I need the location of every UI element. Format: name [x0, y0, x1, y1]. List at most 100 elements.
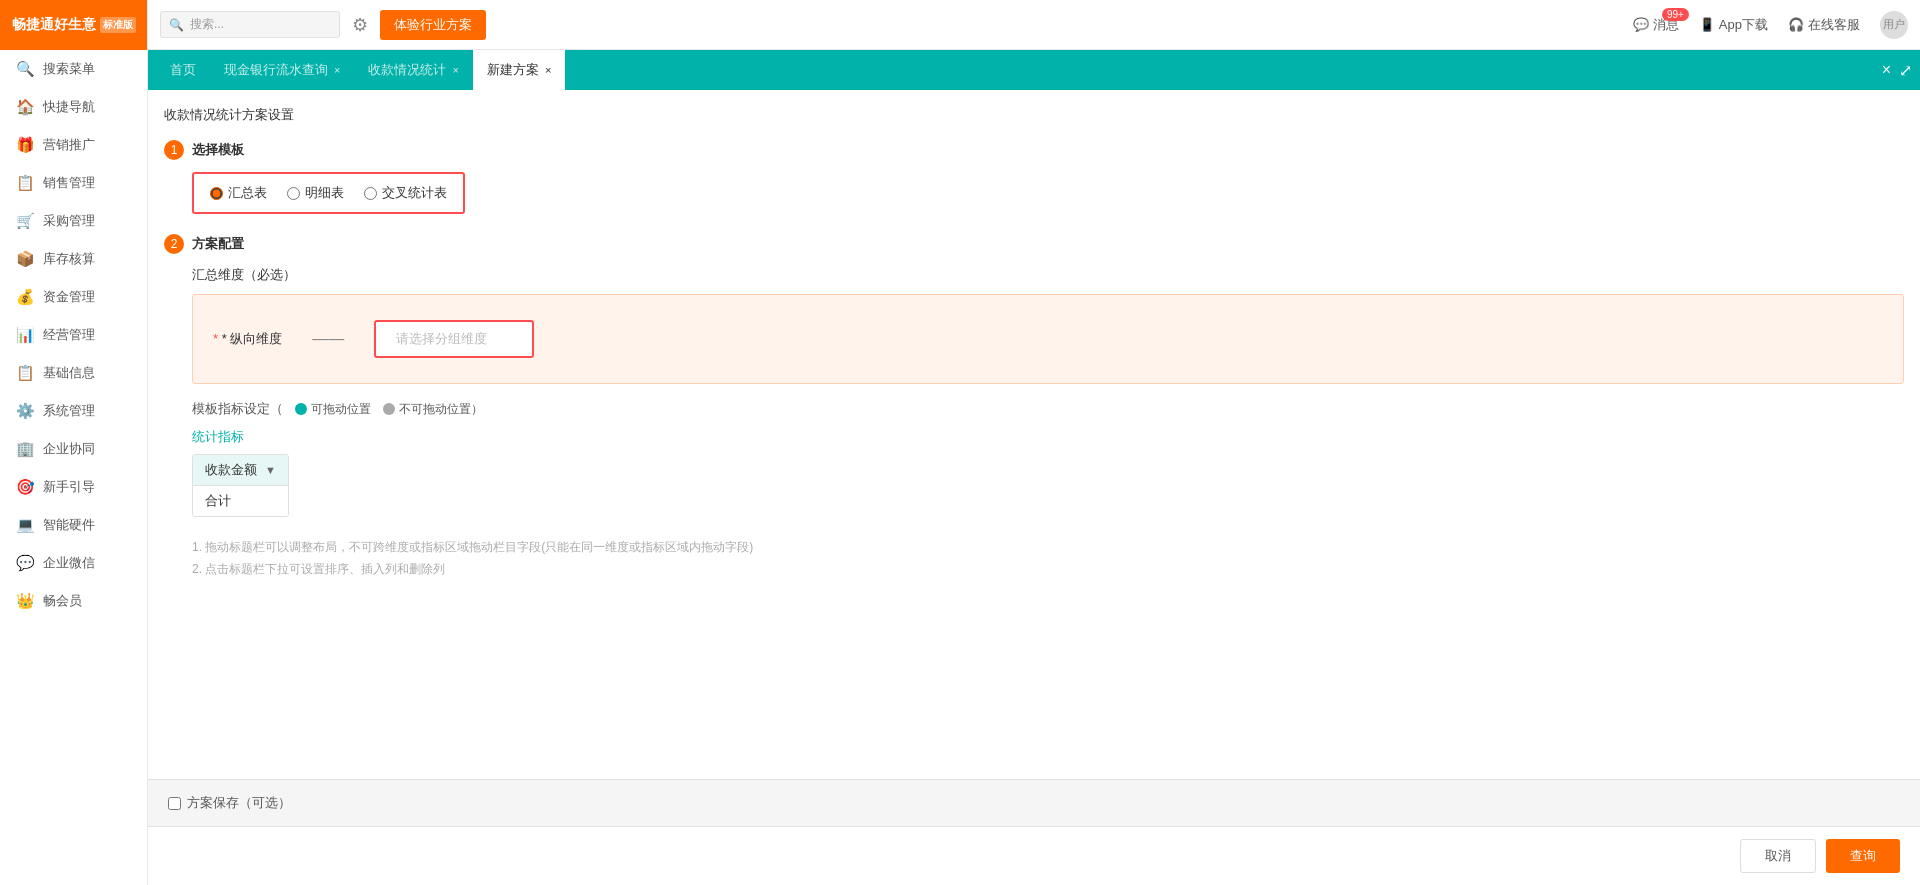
sidebar-icon-search-menu: 🔍 [16, 60, 35, 78]
radio-summary-input[interactable] [210, 187, 223, 200]
tab-close-receipt[interactable]: × [452, 64, 458, 76]
page-title: 收款情况统计方案设置 [164, 106, 1904, 124]
service-label: 在线客服 [1808, 16, 1860, 34]
topbar-right: 💬 消息 99+ 📱 App下载 🎧 在线客服 用户 [1633, 11, 1908, 39]
non-draggable-tag: 不可拖动位置） [383, 401, 483, 418]
step2-number: 2 [164, 234, 184, 254]
required-star: * [213, 331, 218, 346]
sidebar-icon-basic-info: 📋 [16, 364, 35, 382]
dimension-selector[interactable]: 请选择分组维度 [374, 320, 534, 358]
sidebar-item-basic-info[interactable]: 📋基础信息 [0, 354, 147, 392]
sidebar-item-inventory[interactable]: 📦 库存核算 [0, 240, 147, 278]
expand-window-button[interactable]: ⤢ [1899, 61, 1912, 80]
tab-cashflow[interactable]: 现金银行流水查询× [210, 50, 354, 90]
radio-detail[interactable]: 明细表 [287, 184, 344, 202]
sidebar-item-operations[interactable]: 📊经营管理 [0, 316, 147, 354]
user-avatar[interactable]: 用户 [1880, 11, 1908, 39]
main-area: 🔍 搜索... ⚙ 体验行业方案 💬 消息 99+ 📱 App下载 🎧 在线客服… [148, 0, 1920, 885]
sidebar-item-member[interactable]: 👑 畅会员 [0, 582, 147, 620]
indicator-col-header: 收款金额 [205, 461, 257, 479]
radio-summary[interactable]: 汇总表 [210, 184, 267, 202]
service-icon: 🎧 [1788, 17, 1804, 32]
footer-section: 方案保存（可选） [148, 779, 1920, 826]
tabs-actions: × ⤢ [1882, 61, 1912, 80]
sidebar-label-purchase: 采购管理 [43, 212, 95, 230]
radio-cross-label: 交叉统计表 [382, 184, 447, 202]
service-item[interactable]: 🎧 在线客服 [1788, 16, 1860, 34]
radio-summary-label: 汇总表 [228, 184, 267, 202]
notification-item[interactable]: 💬 消息 99+ [1633, 16, 1679, 34]
indicator-settings: 模板指标设定（ 可拖动位置 不可拖动位置） 统计指标 收款 [192, 400, 1904, 517]
save-checkbox[interactable] [168, 797, 181, 810]
industry-button[interactable]: 体验行业方案 [380, 10, 486, 40]
radio-detail-input[interactable] [287, 187, 300, 200]
save-option[interactable]: 方案保存（可选） [168, 794, 291, 812]
sidebar-item-quick-nav[interactable]: 🏠 快捷导航 [0, 88, 147, 126]
sidebar-item-wechat[interactable]: 💬 企业微信 [0, 544, 147, 582]
sidebar-label-inventory: 库存核算 [43, 250, 95, 268]
step1-section: 1 选择模板 汇总表 明细表 交叉统计表 [164, 140, 1904, 214]
sidebar-item-enterprise[interactable]: 🏢企业协同 [0, 430, 147, 468]
tab-close-new-plan[interactable]: × [545, 64, 551, 76]
indicator-dropdown-icon[interactable]: ▼ [265, 464, 276, 476]
sidebar-icon-hardware: 💻 [16, 516, 35, 534]
tab-home[interactable]: 首页 [156, 50, 210, 90]
notification-badge: 99+ [1662, 8, 1689, 21]
sidebar-item-search-menu[interactable]: 🔍 搜索菜单 [0, 50, 147, 88]
tips-section: 1. 拖动标题栏可以调整布局，不可跨维度或指标区域拖动栏目字段(只能在同一维度或… [192, 537, 1904, 580]
sidebar-item-capital[interactable]: 💰 资金管理 [0, 278, 147, 316]
search-box[interactable]: 🔍 搜索... [160, 11, 340, 38]
sidebar-item-system[interactable]: ⚙️系统管理 [0, 392, 147, 430]
app-logo: 畅捷通好生意 标准版 [0, 0, 147, 50]
sidebar-icon-wechat: 💬 [16, 554, 35, 572]
tab-close-cashflow[interactable]: × [334, 64, 340, 76]
close-window-button[interactable]: × [1882, 61, 1891, 80]
sidebar-item-sales[interactable]: 📋 销售管理 [0, 164, 147, 202]
indicator-col-header-row: 收款金额 ▼ [193, 455, 288, 486]
search-icon: 🔍 [169, 18, 184, 32]
sidebar-label-quick-nav: 快捷导航 [43, 98, 95, 116]
sidebar-icon-capital: 💰 [16, 288, 35, 306]
download-item[interactable]: 📱 App下载 [1699, 16, 1768, 34]
tab-label-receipt: 收款情况统计 [368, 61, 446, 79]
cancel-button[interactable]: 取消 [1740, 839, 1816, 873]
query-button[interactable]: 查询 [1826, 839, 1900, 873]
tab-new-plan[interactable]: 新建方案 × [473, 50, 565, 90]
sidebar-icon-inventory: 📦 [16, 250, 35, 268]
tab-bar: 首页现金银行流水查询× 收款情况统计 × 新建方案 × × ⤢ [148, 50, 1920, 90]
sidebar-icon-operations: 📊 [16, 326, 35, 344]
sidebar-label-search-menu: 搜索菜单 [43, 60, 95, 78]
sidebar-label-sales: 销售管理 [43, 174, 95, 192]
sidebar-label-capital: 资金管理 [43, 288, 95, 306]
sidebar-item-hardware[interactable]: 💻智能硬件 [0, 506, 147, 544]
radio-cross[interactable]: 交叉统计表 [364, 184, 447, 202]
sidebar-item-guide[interactable]: 🎯新手引导 [0, 468, 147, 506]
tab-label-new-plan: 新建方案 [487, 61, 539, 79]
arrow-icon: —— [312, 330, 344, 348]
non-draggable-dot [383, 403, 395, 415]
template-selection-box: 汇总表 明细表 交叉统计表 [192, 172, 465, 214]
non-draggable-label: 不可拖动位置） [399, 401, 483, 418]
sidebar-item-purchase[interactable]: 🛒采购管理 [0, 202, 147, 240]
sidebar-label-system: 系统管理 [43, 402, 95, 420]
tab-receipt[interactable]: 收款情况统计 × [354, 50, 472, 90]
sidebar-label-member: 畅会员 [43, 592, 82, 610]
radio-detail-label: 明细表 [305, 184, 344, 202]
sidebar-icon-quick-nav: 🏠 [16, 98, 35, 116]
sidebar-icon-guide: 🎯 [16, 478, 35, 496]
sidebar-label-wechat: 企业微信 [43, 554, 95, 572]
content-area: 收款情况统计方案设置 1 选择模板 汇总表 明细表 [148, 90, 1920, 826]
indicator-settings-label: 模板指标设定（ [192, 400, 283, 418]
dimension-area: * * 纵向维度 —— 请选择分组维度 [192, 294, 1904, 384]
step2-header: 2 方案配置 [164, 234, 1904, 254]
draggable-dot [295, 403, 307, 415]
sidebar-icon-sales: 📋 [16, 174, 35, 192]
step1-number: 1 [164, 140, 184, 160]
vertical-label-text: * 纵向维度 [222, 331, 283, 346]
search-placeholder: 搜索... [190, 16, 224, 33]
radio-cross-input[interactable] [364, 187, 377, 200]
sidebar-icon-enterprise: 🏢 [16, 440, 35, 458]
sidebar-icon-member: 👑 [16, 592, 35, 610]
sidebar-item-marketing[interactable]: 🎁营销推广 [0, 126, 147, 164]
settings-icon[interactable]: ⚙ [352, 14, 368, 36]
